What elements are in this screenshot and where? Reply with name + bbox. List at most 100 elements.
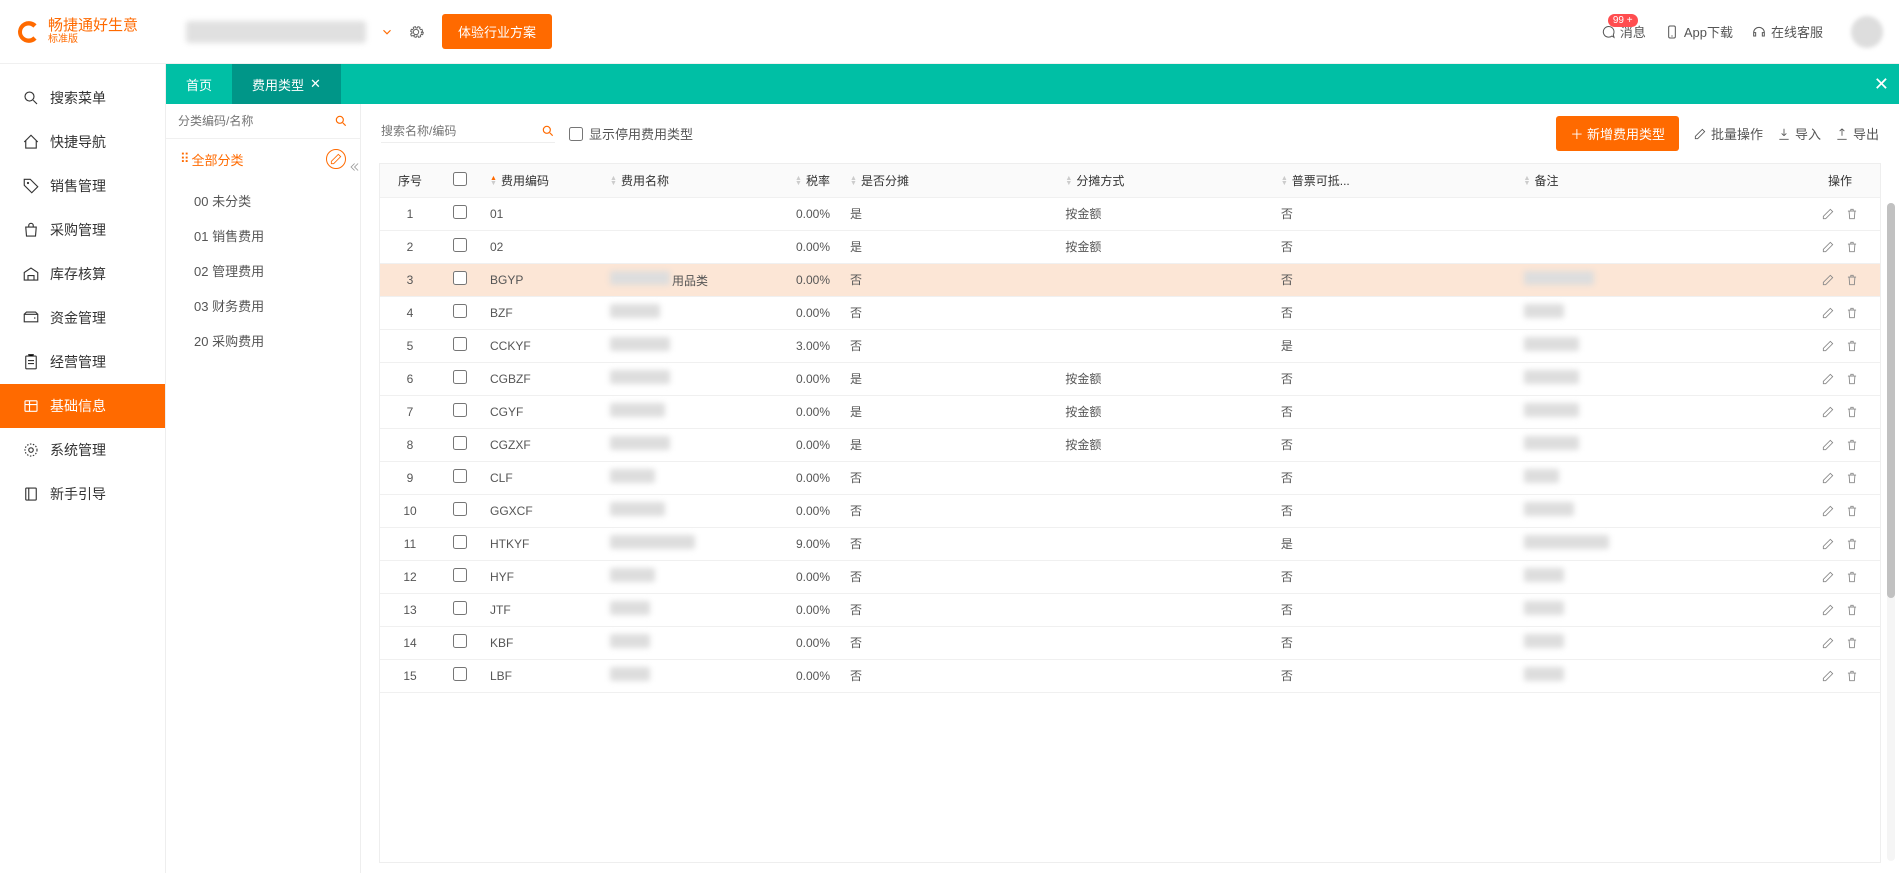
- row-checkbox[interactable]: [453, 568, 467, 582]
- table-row[interactable]: 14KBF0.00%否否: [380, 626, 1880, 659]
- row-delete-icon[interactable]: [1845, 636, 1859, 650]
- cell-check[interactable]: [440, 230, 480, 263]
- category-item[interactable]: 20 采购费用: [166, 323, 360, 358]
- select-all-checkbox[interactable]: [453, 172, 467, 186]
- col-remark[interactable]: ▲▼备注: [1514, 164, 1801, 197]
- col-allocate[interactable]: ▲▼是否分摊: [840, 164, 1055, 197]
- collapse-icon[interactable]: [347, 160, 361, 174]
- row-delete-icon[interactable]: [1845, 372, 1859, 386]
- row-edit-icon[interactable]: [1821, 537, 1835, 551]
- tab-expense-type[interactable]: 费用类型 ✕: [232, 64, 341, 104]
- col-check[interactable]: [440, 164, 480, 197]
- row-edit-icon[interactable]: [1821, 372, 1835, 386]
- table-row[interactable]: 7CGYF0.00%是按金额否: [380, 395, 1880, 428]
- tab-home[interactable]: 首页: [166, 64, 232, 104]
- table-row[interactable]: 13JTF0.00%否否: [380, 593, 1880, 626]
- row-edit-icon[interactable]: [1821, 207, 1835, 221]
- row-edit-icon[interactable]: [1821, 405, 1835, 419]
- sidebar-item-funds[interactable]: 资金管理: [0, 296, 165, 340]
- row-checkbox[interactable]: [453, 502, 467, 516]
- row-checkbox[interactable]: [453, 238, 467, 252]
- row-edit-icon[interactable]: [1821, 570, 1835, 584]
- download-link[interactable]: App下载: [1664, 22, 1733, 41]
- row-edit-icon[interactable]: [1821, 273, 1835, 287]
- row-delete-icon[interactable]: [1845, 273, 1859, 287]
- category-search-input[interactable]: [178, 114, 334, 128]
- sidebar-item-guide[interactable]: 新手引导: [0, 472, 165, 516]
- table-row[interactable]: 8CGZXF0.00%是按金额否: [380, 428, 1880, 461]
- cell-check[interactable]: [440, 362, 480, 395]
- cell-check[interactable]: [440, 296, 480, 329]
- row-delete-icon[interactable]: [1845, 207, 1859, 221]
- cell-check[interactable]: [440, 659, 480, 692]
- category-search[interactable]: [166, 104, 360, 139]
- table-row[interactable]: 10GGXCF0.00%否否: [380, 494, 1880, 527]
- row-edit-icon[interactable]: [1821, 669, 1835, 683]
- row-checkbox[interactable]: [453, 469, 467, 483]
- row-delete-icon[interactable]: [1845, 438, 1859, 452]
- row-delete-icon[interactable]: [1845, 240, 1859, 254]
- sidebar-item-inventory[interactable]: 库存核算: [0, 252, 165, 296]
- show-disabled-input[interactable]: [569, 127, 583, 141]
- company-selector[interactable]: [186, 21, 442, 43]
- row-checkbox[interactable]: [453, 667, 467, 681]
- sidebar-item-business[interactable]: 经营管理: [0, 340, 165, 384]
- row-edit-icon[interactable]: [1821, 504, 1835, 518]
- close-all-icon[interactable]: ✕: [1874, 74, 1889, 95]
- row-checkbox[interactable]: [453, 436, 467, 450]
- row-checkbox[interactable]: [453, 205, 467, 219]
- table-row[interactable]: 9CLF0.00%否否: [380, 461, 1880, 494]
- table-row[interactable]: 12HYF0.00%否否: [380, 560, 1880, 593]
- sidebar-item-system[interactable]: 系统管理: [0, 428, 165, 472]
- search-icon[interactable]: [334, 114, 348, 128]
- cell-check[interactable]: [440, 263, 480, 296]
- row-delete-icon[interactable]: [1845, 405, 1859, 419]
- category-item[interactable]: 02 管理费用: [166, 253, 360, 288]
- table-row[interactable]: 5CCKYF3.00%否是: [380, 329, 1880, 362]
- table-row[interactable]: 4BZF0.00%否否: [380, 296, 1880, 329]
- row-edit-icon[interactable]: [1821, 240, 1835, 254]
- experience-button[interactable]: 体验行业方案: [442, 14, 552, 49]
- table-row[interactable]: 1010.00%是按金额否: [380, 197, 1880, 230]
- import-button[interactable]: 导入: [1777, 124, 1821, 143]
- row-checkbox[interactable]: [453, 601, 467, 615]
- sidebar-item-purchase[interactable]: 采购管理: [0, 208, 165, 252]
- row-delete-icon[interactable]: [1845, 570, 1859, 584]
- category-item[interactable]: 01 销售费用: [166, 218, 360, 253]
- cell-check[interactable]: [440, 560, 480, 593]
- category-item[interactable]: 03 财务费用: [166, 288, 360, 323]
- logo[interactable]: 畅捷通好生意 标准版: [16, 18, 166, 46]
- table-row[interactable]: 3BGYP用品类0.00%否否: [380, 263, 1880, 296]
- col-invoice[interactable]: ▲▼普票可抵...: [1271, 164, 1514, 197]
- search-icon[interactable]: [541, 124, 555, 138]
- sidebar-item-basic[interactable]: 基础信息: [0, 384, 165, 428]
- row-checkbox[interactable]: [453, 634, 467, 648]
- add-expense-button[interactable]: ＋ 新增费用类型: [1556, 116, 1679, 151]
- row-delete-icon[interactable]: [1845, 306, 1859, 320]
- table-row[interactable]: 2020.00%是按金额否: [380, 230, 1880, 263]
- export-button[interactable]: 导出: [1835, 124, 1879, 143]
- row-delete-icon[interactable]: [1845, 669, 1859, 683]
- settings-icon[interactable]: [408, 24, 424, 40]
- edit-category-icon[interactable]: [326, 149, 346, 169]
- sidebar-item-quick-nav[interactable]: 快捷导航: [0, 120, 165, 164]
- col-method[interactable]: ▲▼分摊方式: [1055, 164, 1270, 197]
- cell-check[interactable]: [440, 626, 480, 659]
- table-search-input[interactable]: [381, 124, 541, 138]
- row-delete-icon[interactable]: [1845, 339, 1859, 353]
- cell-check[interactable]: [440, 395, 480, 428]
- row-edit-icon[interactable]: [1821, 471, 1835, 485]
- col-rate[interactable]: ▲▼税率: [770, 164, 840, 197]
- category-all[interactable]: ⠿ 全部分类: [180, 150, 244, 169]
- message-link[interactable]: 99 + 消息: [1600, 22, 1646, 41]
- row-checkbox[interactable]: [453, 337, 467, 351]
- col-seq[interactable]: 序号: [380, 164, 440, 197]
- col-name[interactable]: ▲▼费用名称: [600, 164, 770, 197]
- row-edit-icon[interactable]: [1821, 603, 1835, 617]
- cell-check[interactable]: [440, 329, 480, 362]
- category-item[interactable]: 00 未分类: [166, 183, 360, 218]
- cell-check[interactable]: [440, 494, 480, 527]
- row-delete-icon[interactable]: [1845, 537, 1859, 551]
- row-checkbox[interactable]: [453, 403, 467, 417]
- row-edit-icon[interactable]: [1821, 438, 1835, 452]
